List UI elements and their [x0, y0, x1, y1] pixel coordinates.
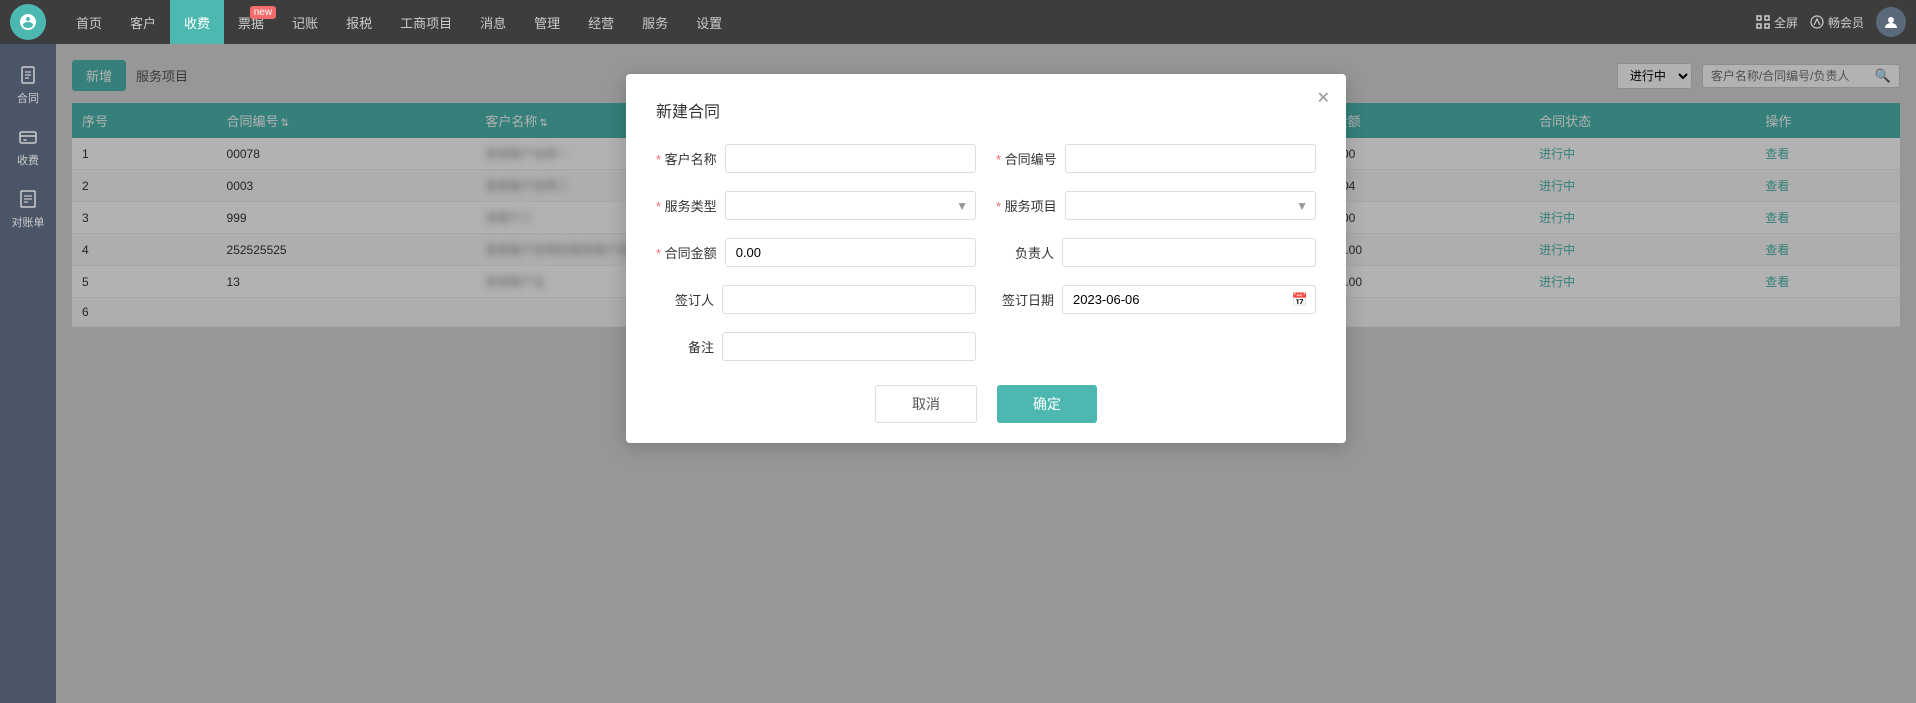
- nav-invoice[interactable]: 票据 new: [224, 0, 278, 44]
- statement-icon: [17, 188, 39, 210]
- form-group-signer: 签订人: [656, 285, 976, 314]
- contract-no-input[interactable]: [1065, 144, 1316, 173]
- modal-title: 新建合同: [656, 98, 1316, 122]
- person-label: 负责人: [996, 243, 1054, 262]
- form-row-4: 签订人 签订日期 📅: [656, 285, 1316, 314]
- sidebar-contract-label: 合同: [17, 90, 39, 106]
- app-logo: [10, 4, 46, 40]
- form-group-person: 负责人: [996, 238, 1316, 267]
- sign-date-input-wrap: 📅: [1062, 285, 1316, 314]
- sidebar-statement-label: 对账单: [12, 214, 45, 230]
- calendar-icon[interactable]: 📅: [1292, 292, 1308, 308]
- form-group-service-item: 服务项目 ▼: [996, 191, 1316, 220]
- nav-home[interactable]: 首页: [62, 0, 116, 44]
- form-row-3: 合同金额 负责人: [656, 238, 1316, 267]
- sidebar-item-statement[interactable]: 对账单: [0, 178, 56, 240]
- service-type-select[interactable]: [725, 191, 976, 220]
- nav-message[interactable]: 消息: [466, 0, 520, 44]
- nav-client[interactable]: 客户: [116, 0, 170, 44]
- amount-label: 合同金额: [656, 243, 717, 262]
- nav-business[interactable]: 工商项目: [386, 0, 466, 44]
- form-group-service-type: 服务类型 ▼: [656, 191, 976, 220]
- signer-label: 签订人: [656, 290, 714, 309]
- remark-label: 备注: [656, 337, 714, 356]
- sidebar-item-contract[interactable]: 合同: [0, 54, 56, 116]
- form-row-2: 服务类型 ▼ 服务项目 ▼: [656, 191, 1316, 220]
- contract-icon: [17, 64, 39, 86]
- service-type-label: 服务类型: [656, 196, 717, 215]
- client-name-input[interactable]: [725, 144, 976, 173]
- form-group-amount: 合同金额: [656, 238, 976, 267]
- service-item-label: 服务项目: [996, 196, 1057, 215]
- form-group-remark: 备注: [656, 332, 976, 361]
- confirm-button[interactable]: 确定: [997, 385, 1097, 423]
- remark-input[interactable]: [722, 332, 976, 361]
- member-btn[interactable]: 畅会员: [1810, 14, 1864, 31]
- sign-date-label: 签订日期: [996, 290, 1054, 309]
- signer-input[interactable]: [722, 285, 976, 314]
- nav-accounting[interactable]: 记账: [278, 0, 332, 44]
- form-group-client-name: 客户名称: [656, 144, 976, 173]
- new-contract-modal: 新建合同 ✕ 客户名称 合同编号 服务类型: [626, 74, 1346, 443]
- client-name-label: 客户名称: [656, 149, 717, 168]
- contract-no-label: 合同编号: [996, 149, 1057, 168]
- cancel-button[interactable]: 取消: [875, 385, 977, 423]
- fullscreen-btn[interactable]: 全屏: [1756, 14, 1798, 31]
- nav-manage[interactable]: 管理: [520, 0, 574, 44]
- modal-footer: 取消 确定: [656, 385, 1316, 423]
- service-item-select-wrap: ▼: [1065, 191, 1316, 220]
- amount-input[interactable]: [725, 238, 976, 267]
- sidebar-item-fee[interactable]: 收费: [0, 116, 56, 178]
- modal-close-button[interactable]: ✕: [1317, 88, 1330, 108]
- nav-settings[interactable]: 设置: [682, 0, 736, 44]
- sidebar-fee-label: 收费: [17, 152, 39, 168]
- fee-icon: [17, 126, 39, 148]
- form-group-contract-no: 合同编号: [996, 144, 1316, 173]
- form-group-sign-date: 签订日期 📅: [996, 285, 1316, 314]
- nav-operation[interactable]: 经营: [574, 0, 628, 44]
- nav-right-actions: 全屏 畅会员: [1756, 7, 1906, 37]
- user-avatar[interactable]: [1876, 7, 1906, 37]
- nav-fee[interactable]: 收费: [170, 0, 224, 44]
- form-row-1: 客户名称 合同编号: [656, 144, 1316, 173]
- modal-overlay: 新建合同 ✕ 客户名称 合同编号 服务类型: [56, 44, 1916, 703]
- person-input[interactable]: [1062, 238, 1316, 267]
- new-badge: new: [250, 6, 276, 19]
- sign-date-input[interactable]: [1062, 285, 1316, 314]
- nav-service[interactable]: 服务: [628, 0, 682, 44]
- main-layout: 合同 收费 对账单 新增 服务项目 进行中 已完成 已终止: [0, 44, 1916, 703]
- sidebar: 合同 收费 对账单: [0, 44, 56, 703]
- service-item-select[interactable]: [1065, 191, 1316, 220]
- content-area: 新增 服务项目 进行中 已完成 已终止 🔍 序号 合同编号⇅: [56, 44, 1916, 703]
- top-navigation: 首页 客户 收费 票据 new 记账 报税 工商项目 消息 管理 经营 服务 设…: [0, 0, 1916, 44]
- service-type-select-wrap: ▼: [725, 191, 976, 220]
- form-row-5: 备注: [656, 332, 1316, 361]
- nav-tax[interactable]: 报税: [332, 0, 386, 44]
- nav-menu: 首页 客户 收费 票据 new 记账 报税 工商项目 消息 管理 经营 服务 设…: [62, 0, 1756, 44]
